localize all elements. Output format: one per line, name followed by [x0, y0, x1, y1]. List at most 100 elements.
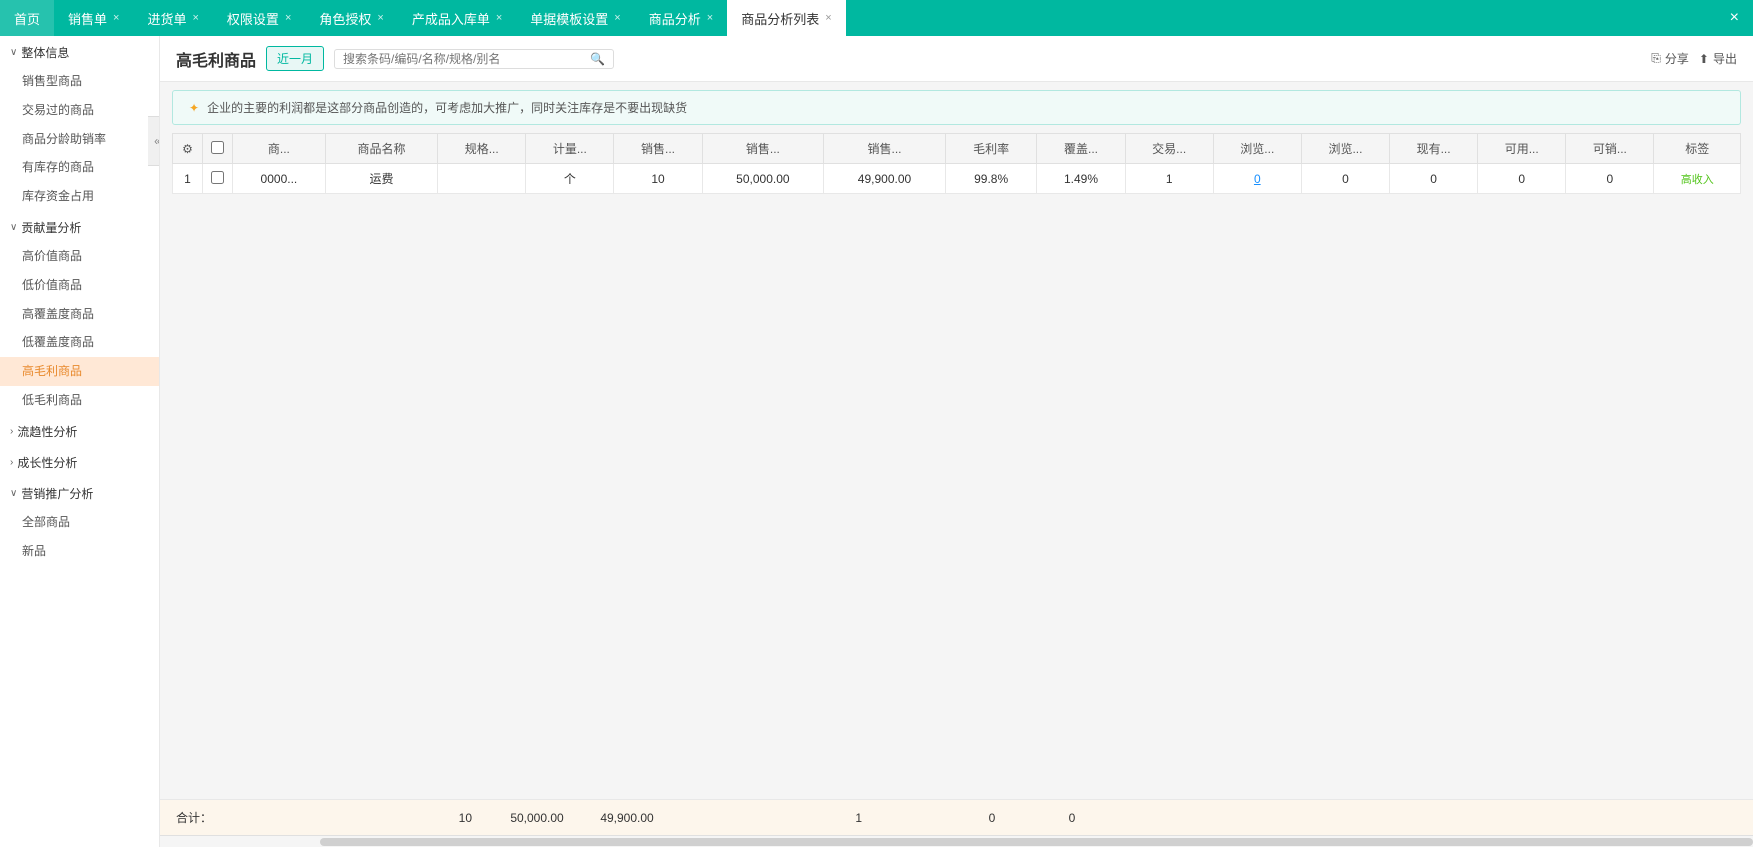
th-sales-amount[interactable]: 销售... — [702, 134, 824, 164]
close-role-auth[interactable]: × — [377, 12, 383, 24]
cell-gross-rate: 99.8% — [945, 164, 1037, 194]
cell-sales-amount: 50,000.00 — [702, 164, 824, 194]
scrollbar-thumb[interactable] — [320, 838, 1753, 846]
th-code[interactable]: 商... — [233, 134, 326, 164]
th-stock1[interactable]: 现有... — [1390, 134, 1478, 164]
th-tag[interactable]: 标签 — [1654, 134, 1741, 164]
footer-cell-available: 0 — [952, 811, 1032, 825]
table-wrapper[interactable]: ⚙ 商... 商品名称 规格... 计量... — [160, 133, 1753, 799]
th-saleable[interactable]: 可销... — [1566, 134, 1654, 164]
footer-cell-qty: 10 — [232, 811, 492, 825]
nav-product-analysis-list[interactable]: 商品分析列表 × — [727, 0, 845, 36]
cell-unit: 个 — [526, 164, 614, 194]
th-unit[interactable]: 计量... — [526, 134, 614, 164]
nav-purchase-order[interactable]: 进货单 × — [133, 0, 212, 36]
cell-browse2: 0 — [1301, 164, 1389, 194]
search-icon[interactable]: 🔍 — [590, 52, 605, 66]
sidebar-group-overall[interactable]: ∨ 整体信息 — [0, 36, 159, 67]
th-browse1[interactable]: 浏览... — [1213, 134, 1301, 164]
close-product-analysis-list[interactable]: × — [825, 12, 831, 24]
sidebar-item-traded-goods[interactable]: 交易过的商品 — [0, 96, 159, 125]
sidebar-item-low-margin[interactable]: 低毛利商品 — [0, 386, 159, 415]
th-browse2[interactable]: 浏览... — [1301, 134, 1389, 164]
footer-cell-trade: 1 — [672, 811, 872, 825]
chevron-right-icon: › — [10, 426, 13, 437]
main-table: ⚙ 商... 商品名称 规格... 计量... — [172, 133, 1741, 194]
cell-code: 0000... — [233, 164, 326, 194]
cell-stock1: 0 — [1390, 164, 1478, 194]
close-product-analysis[interactable]: × — [707, 12, 713, 24]
sidebar: « ∨ 整体信息 销售型商品 交易过的商品 商品分龄助销率 有库存的商品 库存资… — [0, 36, 160, 847]
close-sales-order[interactable]: × — [113, 12, 119, 24]
close-permission-settings[interactable]: × — [285, 12, 291, 24]
horizontal-scrollbar[interactable] — [160, 835, 1753, 847]
th-settings[interactable]: ⚙ — [173, 134, 203, 164]
cell-sales-qty: 10 — [614, 164, 702, 194]
sidebar-item-sales-goods[interactable]: 销售型商品 — [0, 67, 159, 96]
footer-bar: 合计： 10 50,000.00 49,900.00 1 0 — [160, 799, 1753, 835]
sidebar-item-low-coverage[interactable]: 低覆盖度商品 — [0, 328, 159, 357]
sidebar-item-high-coverage[interactable]: 高覆盖度商品 — [0, 300, 159, 329]
footer-cell-saleable: 0 — [1032, 811, 1112, 825]
close-product-inbound[interactable]: × — [496, 12, 502, 24]
cell-sales-cost: 49,900.00 — [824, 164, 946, 194]
th-name[interactable]: 商品名称 — [325, 134, 437, 164]
content-area: 高毛利商品 近一月 🔍 ⎘ 分享 ⬆ 导出 ✦ 企业的主要的利润都是这部分商品创… — [160, 36, 1753, 847]
th-coverage[interactable]: 覆盖... — [1037, 134, 1125, 164]
sidebar-group-growth[interactable]: › 成长性分析 — [0, 446, 159, 477]
th-trade[interactable]: 交易... — [1125, 134, 1213, 164]
cell-spec — [438, 164, 526, 194]
sidebar-group-contribution[interactable]: ∨ 贡献量分析 — [0, 211, 159, 242]
sidebar-group-trend[interactable]: › 流趋性分析 — [0, 415, 159, 446]
cell-browse1[interactable]: 0 — [1213, 164, 1301, 194]
nav-template-settings[interactable]: 单据模板设置 × — [516, 0, 634, 36]
cell-tag: 高收入 — [1654, 164, 1741, 194]
nav-role-auth[interactable]: 角色授权 × — [305, 0, 397, 36]
nav-product-inbound[interactable]: 产成品入库单 × — [398, 0, 516, 36]
sidebar-item-new-goods[interactable]: 新品 — [0, 537, 159, 566]
chevron-down-icon: ∨ — [10, 47, 17, 58]
share-button[interactable]: ⎘ 分享 — [1651, 50, 1689, 67]
close-purchase-order[interactable]: × — [192, 12, 198, 24]
search-input[interactable] — [343, 52, 590, 66]
info-banner: ✦ 企业的主要的利润都是这部分商品创造的，可考虑加大推广，同时关注库存是不要出现… — [172, 90, 1741, 125]
sidebar-item-stock-capital[interactable]: 库存资金占用 — [0, 182, 159, 211]
share-icon: ⎘ — [1651, 51, 1661, 66]
close-all-button[interactable]: × — [1716, 0, 1753, 36]
page-title: 高毛利商品 — [176, 47, 256, 71]
export-icon: ⬆ — [1699, 52, 1709, 66]
cell-checkbox[interactable] — [203, 164, 233, 194]
row-checkbox[interactable] — [211, 171, 224, 184]
nav-product-analysis[interactable]: 商品分析 × — [635, 0, 727, 36]
th-gross-rate[interactable]: 毛利率 — [945, 134, 1037, 164]
sidebar-item-high-margin[interactable]: 高毛利商品 — [0, 357, 159, 386]
sidebar-item-stocked-goods[interactable]: 有库存的商品 — [0, 153, 159, 182]
close-template-settings[interactable]: × — [614, 12, 620, 24]
select-all-checkbox[interactable] — [211, 141, 224, 154]
sidebar-group-marketing[interactable]: ∨ 营销推广分析 — [0, 477, 159, 508]
sidebar-item-all-goods[interactable]: 全部商品 — [0, 508, 159, 537]
nav-permission-settings[interactable]: 权限设置 × — [213, 0, 305, 36]
chevron-down-icon-3: ∨ — [10, 488, 17, 499]
sidebar-item-age-assist[interactable]: 商品分龄助销率 — [0, 125, 159, 154]
sidebar-collapse-button[interactable]: « — [148, 116, 160, 166]
header-actions: ⎘ 分享 ⬆ 导出 — [1651, 50, 1737, 67]
th-available[interactable]: 可用... — [1478, 134, 1566, 164]
nav-home[interactable]: 首页 — [0, 0, 54, 36]
content-header: 高毛利商品 近一月 🔍 ⎘ 分享 ⬆ 导出 — [160, 36, 1753, 82]
th-sales-qty[interactable]: 销售... — [614, 134, 702, 164]
cell-available: 0 — [1478, 164, 1566, 194]
footer-cell-amount: 50,000.00 — [492, 811, 582, 825]
cell-name: 运费 — [325, 164, 437, 194]
th-sales-cost[interactable]: 销售... — [824, 134, 946, 164]
th-checkbox[interactable] — [203, 134, 233, 164]
sidebar-item-low-value[interactable]: 低价值商品 — [0, 271, 159, 300]
nav-sales-order[interactable]: 销售单 × — [54, 0, 133, 36]
filter-recent-month-button[interactable]: 近一月 — [266, 46, 324, 71]
cell-trade: 1 — [1125, 164, 1213, 194]
th-spec[interactable]: 规格... — [438, 134, 526, 164]
export-button[interactable]: ⬆ 导出 — [1699, 50, 1737, 67]
footer-cell-cost: 49,900.00 — [582, 811, 672, 825]
sidebar-item-high-value[interactable]: 高价值商品 — [0, 242, 159, 271]
search-box: 🔍 — [334, 49, 614, 69]
